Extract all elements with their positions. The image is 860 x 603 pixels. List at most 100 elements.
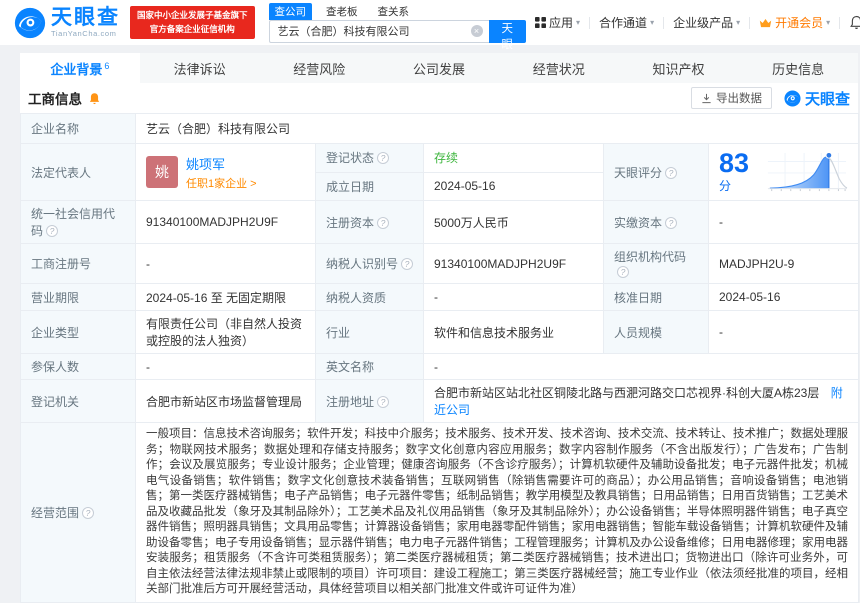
tab-label: 经营状况	[532, 62, 585, 77]
help-icon[interactable]: ?	[377, 395, 390, 408]
established-value: 2024-05-16	[423, 171, 604, 201]
legal-rep-companies-link[interactable]: 任职1家企业 >	[186, 178, 257, 190]
nav-item-label: 应用	[549, 16, 574, 30]
help-icon[interactable]: ?	[401, 258, 414, 270]
taxpayer-id-label: 纳税人识别号?	[315, 243, 424, 284]
crown-icon	[759, 18, 772, 27]
caret-down-icon: ▾	[576, 18, 581, 27]
subscribe-bell-icon[interactable]	[88, 92, 101, 105]
nav-item-apps[interactable]: 应用 ▾	[526, 14, 589, 31]
insured-value: -	[135, 353, 316, 380]
search-tab-company[interactable]: 查公司	[268, 2, 313, 20]
export-label: 导出数据	[715, 93, 762, 105]
field-label-text: 天眼评分	[614, 165, 663, 180]
avatar[interactable]: 姚	[146, 156, 178, 188]
nav-item-label: 合作通道	[599, 16, 648, 30]
table-row: 企业类型 有限责任公司（非自然人投资或控股的法人独资） 行业 软件和信息技术服务…	[20, 310, 860, 354]
help-icon[interactable]: ?	[665, 166, 678, 179]
business-scope-value: 一般项目：信息技术咨询服务；软件开发；科技中介服务；技术服务、技术开发、技术咨询…	[134, 422, 860, 603]
help-icon[interactable]: ?	[617, 266, 629, 278]
status-badge: 存续	[434, 151, 459, 166]
taxpayer-quality-value: -	[423, 283, 604, 311]
notifications-bell[interactable]	[840, 15, 860, 30]
logo-domain: TianYanCha.com	[51, 29, 117, 39]
tab-intellectual-property[interactable]: 知识产权	[618, 53, 739, 83]
nav-item-vip[interactable]: 开通会员 ▾	[750, 14, 839, 31]
search-row: × 天眼一下	[268, 19, 527, 83]
field-label-text: 注册地址	[326, 394, 375, 409]
search-area: 查公司 查老板 查关系 × 天眼一下	[268, 2, 527, 83]
tab-operation-risk[interactable]: 经营风险	[259, 53, 380, 83]
table-row: 统一社会信用代码? 91340100MADJPH2U9F 注册资本? 5000万…	[20, 200, 860, 244]
help-icon[interactable]: ?	[665, 216, 678, 229]
field-label-text: 注册资本	[326, 215, 375, 230]
table-row: 企业名称 艺云（合肥）科技有限公司	[20, 113, 860, 144]
table-row: 法定代表人 姚 姚项军 任职1家企业 > 登记状态? 存续 天眼评分? 83分	[20, 143, 860, 201]
axis-ticks	[771, 189, 846, 192]
org-code-label: 组织机构代码?	[603, 243, 709, 284]
help-icon[interactable]: ?	[82, 506, 95, 519]
tianyancha-logo[interactable]: 天眼查 TianYanCha.com	[14, 7, 120, 39]
search-button[interactable]: 天眼一下	[488, 19, 527, 83]
help-icon[interactable]: ?	[377, 152, 390, 165]
page: 天眼查 TianYanCha.com 国家中小企业发展子基金旗下 官方备案企业征…	[0, 0, 860, 603]
tab-legal-litigation[interactable]: 法律诉讼	[139, 53, 260, 83]
table-row: 经营范围? 一般项目：信息技术咨询服务；软件开发；科技中介服务；技术服务、技术开…	[20, 422, 860, 603]
score-unit: 分	[719, 179, 732, 193]
gov-badge-line1: 国家中小企业发展子基金旗下	[137, 10, 248, 21]
caret-down-icon: ▾	[826, 18, 831, 27]
en-name-value: -	[422, 353, 860, 380]
business-info-card: 工商信息 导出数据 天眼查 企业名称 艺云（合肥）科技有限公司 法定代表人 姚 …	[20, 83, 860, 603]
watermark-logo: 天眼查	[784, 88, 850, 109]
help-icon[interactable]: ?	[46, 225, 59, 237]
staff-size-value: -	[707, 310, 860, 354]
reg-no-label: 工商注册号	[20, 243, 136, 284]
nav-item-label: 企业级产品	[673, 16, 734, 30]
card-header-right: 导出数据 天眼查	[690, 87, 850, 109]
field-label-text: 经营范围	[31, 505, 80, 520]
search-input[interactable]	[268, 19, 489, 43]
search-tab-boss[interactable]: 查老板	[320, 3, 364, 20]
watermark-logo-icon	[784, 90, 801, 107]
apps-grid-icon	[535, 17, 547, 28]
tab-company-background[interactable]: 企业背景 6	[20, 53, 140, 83]
taxpayer-id-value: 91340100MADJPH2U9F	[423, 243, 604, 284]
legal-rep-name-link[interactable]: 姚项军	[186, 154, 257, 173]
approval-date-value: 2024-05-16	[707, 283, 860, 311]
tab-label: 知识产权	[652, 62, 705, 77]
legal-rep-cell: 姚 姚项军 任职1家企业 >	[135, 143, 316, 201]
insured-label: 参保人数	[20, 353, 136, 380]
caret-down-icon: ▾	[736, 18, 741, 27]
tab-operating-status[interactable]: 经营状况	[498, 53, 619, 83]
tianyancha-logo-icon	[14, 7, 46, 39]
export-data-button[interactable]: 导出数据	[690, 87, 772, 109]
search-tabs: 查公司 查老板 查关系	[268, 2, 527, 20]
uscc-value: 91340100MADJPH2U9F	[135, 200, 316, 244]
top-nav: 应用 ▾ 合作通道 ▾ 企业级产品 ▾ 开通会员 ▾	[526, 14, 860, 31]
watermark-brand: 天眼查	[804, 90, 850, 108]
nav-item-cooperation[interactable]: 合作通道 ▾	[590, 14, 663, 31]
reg-status-label: 登记状态?	[315, 143, 424, 173]
term-label: 营业期限	[20, 283, 136, 311]
download-icon	[702, 93, 711, 103]
org-code-value: MADJPH2U-9	[707, 243, 860, 284]
clear-icon[interactable]: ×	[470, 25, 483, 37]
taxpayer-quality-label: 纳税人资质	[315, 283, 424, 311]
tab-history-info[interactable]: 历史信息	[738, 53, 859, 83]
score-marker-pin	[825, 151, 833, 159]
field-label-text: 实缴资本	[614, 215, 663, 230]
tab-label: 经营风险	[293, 62, 346, 77]
help-icon[interactable]: ?	[377, 216, 390, 229]
reg-capital-value: 5000万人民币	[423, 200, 604, 244]
address-label: 注册地址?	[315, 379, 424, 423]
search-tab-relation[interactable]: 查关系	[372, 3, 416, 20]
tab-company-development[interactable]: 公司发展	[379, 53, 499, 83]
address-value: 合肥市新站区站北社区铜陵北路与西淝河路交口芯视界·科创大厦A栋23层	[434, 386, 820, 400]
established-label: 成立日期	[315, 171, 424, 201]
company-type-label: 企业类型	[20, 310, 136, 354]
score-distribution-chart	[767, 151, 848, 192]
business-scope-text: 一般项目：信息技术咨询服务；软件开发；科技中介服务；技术服务、技术开发、技术咨询…	[146, 428, 849, 595]
nav-item-enterprise[interactable]: 企业级产品 ▾	[664, 14, 749, 31]
business-info-table: 企业名称 艺云（合肥）科技有限公司 法定代表人 姚 姚项军 任职1家企业 > 登…	[20, 113, 860, 603]
industry-value: 软件和信息技术服务业	[423, 310, 604, 354]
